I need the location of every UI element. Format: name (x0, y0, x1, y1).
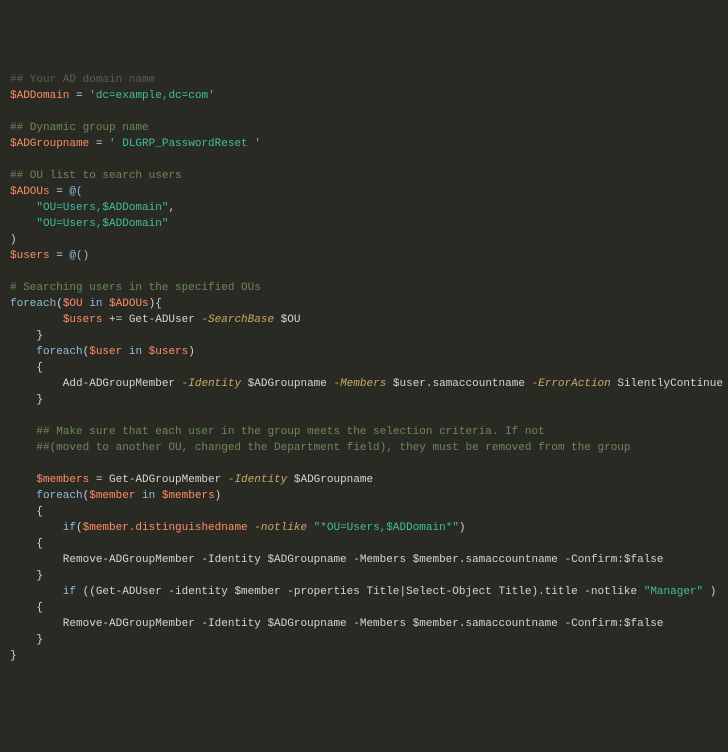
paren: ( (56, 298, 63, 310)
brace: { (10, 506, 43, 518)
keyword-in: in (135, 490, 161, 502)
comma: , (168, 202, 175, 214)
keyword-in: in (83, 298, 109, 310)
operator: -notlike (248, 522, 314, 534)
param: -ErrorAction (532, 378, 611, 390)
variable: $users (63, 314, 103, 326)
brace: } (10, 634, 43, 646)
keyword-foreach: foreach (36, 346, 82, 358)
variable: $users (149, 346, 189, 358)
indent (10, 314, 63, 326)
variable: $users (10, 250, 50, 262)
brace: } (10, 330, 43, 342)
code: Add-ADGroupMember (10, 378, 182, 390)
code: Remove-ADGroupMember -Identity $ADGroupn… (10, 554, 664, 566)
comment: # Searching users in the specified OUs (10, 282, 261, 294)
keyword-if: if (63, 522, 76, 534)
indent (10, 586, 63, 598)
comment: ## Dynamic group name (10, 122, 149, 134)
array: @() (69, 250, 89, 262)
paren: ) (188, 346, 195, 358)
string: "Manager" (644, 586, 703, 598)
op: = (50, 250, 70, 262)
indent (10, 346, 36, 358)
variable: $ADDomain (10, 90, 69, 102)
string: ' DLGRP_PasswordReset ' (109, 138, 261, 150)
brace: ){ (149, 298, 162, 310)
code: $ADGroupname (241, 378, 333, 390)
op: = (69, 90, 89, 102)
variable: $user (89, 346, 122, 358)
indent (10, 474, 36, 486)
variable: $ADGroupname (10, 138, 89, 150)
code: $OU (274, 314, 300, 326)
comment: ## Your AD domain name (10, 74, 155, 86)
code-block: ## Your AD domain name $ADDomain = 'dc=e… (10, 72, 718, 664)
brace: { (10, 602, 43, 614)
comment: ## OU list to search users (10, 170, 182, 182)
variable: $OU (63, 298, 83, 310)
brace: } (10, 394, 43, 406)
comment: ## Make sure that each user in the group… (10, 426, 545, 438)
variable: $ADOUs (10, 186, 50, 198)
paren: ) (10, 234, 17, 246)
string: "OU=Users,$ADDomain" (36, 202, 168, 214)
variable: $member (89, 490, 135, 502)
code: ) (703, 586, 716, 598)
indent (10, 202, 36, 214)
keyword-in: in (122, 346, 148, 358)
keyword-if: if (63, 586, 76, 598)
keyword-foreach: foreach (36, 490, 82, 502)
variable: $member.distinguishedname (83, 522, 248, 534)
brace: { (10, 538, 43, 550)
brace: { (10, 362, 43, 374)
string: "OU=Users,$ADDomain" (36, 218, 168, 230)
indent (10, 490, 36, 502)
op: = (89, 138, 109, 150)
brace: } (10, 650, 17, 662)
variable: $members (162, 490, 215, 502)
code: $ADGroupname (287, 474, 373, 486)
code: = Get-ADGroupMember (89, 474, 228, 486)
paren: ) (459, 522, 466, 534)
code: SilentlyContinue (611, 378, 723, 390)
param: -Identity (182, 378, 241, 390)
indent (10, 522, 63, 534)
param: -Members (333, 378, 386, 390)
variable: $members (36, 474, 89, 486)
array-open: @( (69, 186, 82, 198)
code: += Get-ADUser (102, 314, 201, 326)
param: -SearchBase (201, 314, 274, 326)
brace: } (10, 570, 43, 582)
paren: ( (76, 522, 83, 534)
variable: $ADOUs (109, 298, 149, 310)
keyword-foreach: foreach (10, 298, 56, 310)
indent (10, 218, 36, 230)
code: Remove-ADGroupMember -Identity $ADGroupn… (10, 618, 664, 630)
param: -Identity (228, 474, 287, 486)
op: = (50, 186, 70, 198)
comment: ##(moved to another OU, changed the Depa… (10, 442, 631, 454)
string: "*OU=Users,$ADDomain*" (314, 522, 459, 534)
string: 'dc=example,dc=com' (89, 90, 214, 102)
code: $user.samaccountname (386, 378, 531, 390)
code: ((Get-ADUser -identity $member -properti… (76, 586, 644, 598)
paren: ) (215, 490, 222, 502)
